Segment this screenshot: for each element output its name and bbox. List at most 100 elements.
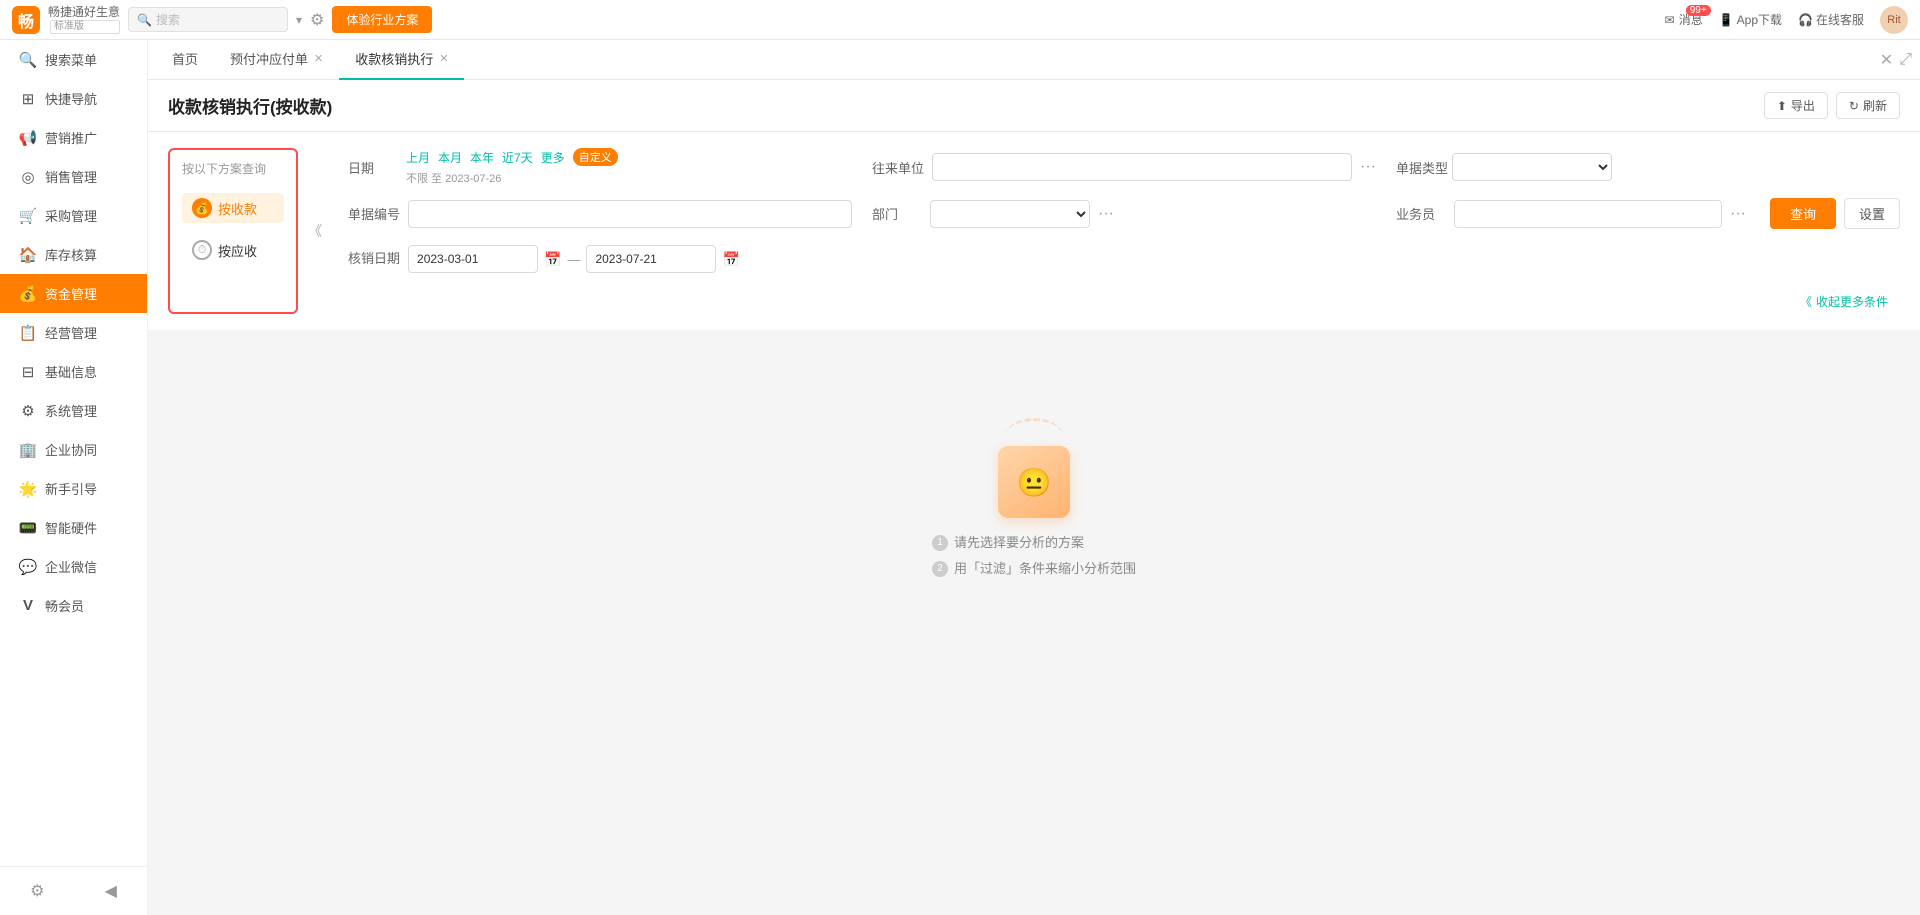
partner-dots[interactable]: ··· [1360,158,1376,176]
doctype-select[interactable] [1452,153,1612,181]
filter-doctype-row: 单据类型 [1396,148,1900,186]
by-receipt-label: 按收款 [218,199,257,218]
collapse-sidebar-icon[interactable]: ◀ [99,875,123,907]
sidebar-item-wx[interactable]: 💬 企业微信 [0,547,147,586]
verif-date-label: 核销日期 [348,248,400,267]
tabbar: 首页 预付冲应付单 ✕ 收款核销执行 ✕ ✕ ⤢ [148,40,1920,80]
sidebar-item-quick-nav[interactable]: ⊞ 快捷导航 [0,79,147,118]
message-btn[interactable]: ✉ 消息 99+ [1665,11,1703,28]
user-avatar[interactable]: Rit [1880,6,1908,34]
search-menu-icon: 🔍 [19,51,37,69]
filter-by-receivable[interactable]: ⏱ 按应收 [182,235,284,265]
tab-prepayment-label: 预付冲应付单 [230,49,308,68]
filter-partner-row: 往来单位 ··· [872,148,1376,186]
verif-date-end-input[interactable] [586,245,716,273]
search-dropdown-icon[interactable]: ▾ [296,13,302,27]
search-box[interactable]: 🔍 搜索 [128,7,288,32]
collapse-more-label: 收起更多条件 [1816,293,1888,310]
date-no-limit-info: 不限 至 2023-07-26 [406,170,618,186]
sidebar-item-beginner[interactable]: 🌟 新手引导 [0,469,147,508]
enterprise-icon: 🏢 [19,441,37,459]
sidebar-item-smart-hw[interactable]: 📟 智能硬件 [0,508,147,547]
sidebar-item-label: 采购管理 [45,206,97,225]
refresh-btn[interactable]: ↻ 刷新 [1836,92,1900,119]
hint1-text: 请先选择要分析的方案 [954,530,1084,556]
hint2-text: 用「过滤」条件来缩小分析范围 [954,556,1136,582]
refresh-icon: ↻ [1849,99,1859,113]
dept-select[interactable] [930,200,1090,228]
online-service-btn[interactable]: 🎧 在线客服 [1798,11,1864,28]
service-label: 在线客服 [1816,11,1864,28]
edition-tag: 标准版 [50,20,120,34]
tab-home[interactable]: 首页 [156,40,214,80]
sidebar-item-label: 企业微信 [45,557,97,576]
dept-label: 部门 [872,204,922,223]
message-icon: ✉ [1665,13,1675,27]
sales-input[interactable] [1454,200,1722,228]
expand-tab-icon[interactable]: ⤢ [1899,51,1912,69]
close-tab-icon[interactable]: ✕ [1880,50,1893,70]
sidebar-bottom: ⚙ ◀ [0,866,147,915]
sidebar-item-marketing[interactable]: 📢 营销推广 [0,118,147,157]
sidebar: 🔍 搜索菜单 ⊞ 快捷导航 📢 营销推广 ◎ 销售管理 🛒 采购管理 🏠 库存核… [0,40,148,915]
inventory-icon: 🏠 [19,246,37,264]
collapse-more-btn[interactable]: 《 收起更多条件 [1788,289,1900,314]
tab-receipt-verify[interactable]: 收款核销执行 ✕ [339,40,464,80]
filter-by-receipt[interactable]: 💰 按收款 [182,193,284,223]
filter-docnum-row: 单据编号 [348,198,852,229]
custom-date-btn[interactable]: 自定义 [573,148,618,166]
tab-prepayment[interactable]: 预付冲应付单 ✕ [214,40,339,80]
filter-area: 按以下方案查询 💰 按收款 ⏱ 按应收 《 日期 上月 本月 本年 [148,132,1920,330]
sidebar-item-enterprise[interactable]: 🏢 企业协同 [0,430,147,469]
sidebar-item-base-info[interactable]: ⊟ 基础信息 [0,352,147,391]
last-month-btn[interactable]: 上月 [406,149,430,166]
sidebar-item-finance[interactable]: 💰 资金管理 [0,274,147,313]
wx-icon: 💬 [19,558,37,576]
export-btn[interactable]: ⬆ 导出 [1764,92,1828,119]
verif-date-start-input[interactable] [408,245,538,273]
more-date-btn[interactable]: 更多 [541,149,565,166]
setting-btn[interactable]: 设置 [1844,198,1900,229]
tabbar-actions: ✕ ⤢ [1880,50,1912,70]
beginner-icon: 🌟 [19,480,37,498]
purchase-icon: 🛒 [19,207,37,225]
sales-label: 业务员 [1396,204,1446,223]
this-month-btn[interactable]: 本月 [438,149,462,166]
sidebar-item-member[interactable]: V 畅会员 [0,586,147,625]
filter-sales-row: 业务员 ··· 查询 设置 [1396,198,1900,229]
sidebar-item-sales[interactable]: ◎ 销售管理 [0,157,147,196]
sidebar-item-search-menu[interactable]: 🔍 搜索菜单 [0,40,147,79]
by-receivable-icon: ⏱ [192,240,212,260]
docnum-label: 单据编号 [348,204,400,223]
verif-date-end-cal-icon[interactable]: 📅 [722,251,739,268]
settings-bottom-icon[interactable]: ⚙ [24,875,50,907]
partner-input[interactable] [932,153,1352,181]
sales-dots[interactable]: ··· [1730,205,1746,223]
app-download-btn[interactable]: 📱 App下载 [1719,11,1782,28]
sidebar-item-label: 经营管理 [45,323,97,342]
dept-dots[interactable]: ··· [1098,205,1114,223]
sidebar-item-biz-mgmt[interactable]: 📋 经营管理 [0,313,147,352]
this-year-btn[interactable]: 本年 [470,149,494,166]
sidebar-item-label: 畅会员 [45,596,84,615]
step2-num: 2 [932,561,948,577]
tab-receipt-verify-label: 收款核销执行 [355,49,433,68]
topbar-right: ✉ 消息 99+ 📱 App下载 🎧 在线客服 Rit [1665,6,1908,34]
collapse-left-btn[interactable]: 《 [306,148,324,314]
tab-receipt-verify-close[interactable]: ✕ [439,52,448,65]
sidebar-item-sys-mgmt[interactable]: ⚙ 系统管理 [0,391,147,430]
gear-icon[interactable]: ⚙ [310,10,324,30]
sidebar-item-label: 系统管理 [45,401,97,420]
industry-btn[interactable]: 体验行业方案 [332,6,432,33]
last-7-days-btn[interactable]: 近7天 [502,149,533,166]
verif-date-range: 📅 — 📅 [408,245,740,273]
query-btn[interactable]: 查询 [1770,198,1836,229]
docnum-input[interactable] [408,200,852,228]
sidebar-item-inventory[interactable]: 🏠 库存核算 [0,235,147,274]
sidebar-item-label: 资金管理 [45,284,97,303]
partner-label: 往来单位 [872,158,924,177]
verif-date-start-cal-icon[interactable]: 📅 [544,251,561,268]
sidebar-item-purchase[interactable]: 🛒 采购管理 [0,196,147,235]
marketing-icon: 📢 [19,129,37,147]
tab-prepayment-close[interactable]: ✕ [314,52,323,65]
